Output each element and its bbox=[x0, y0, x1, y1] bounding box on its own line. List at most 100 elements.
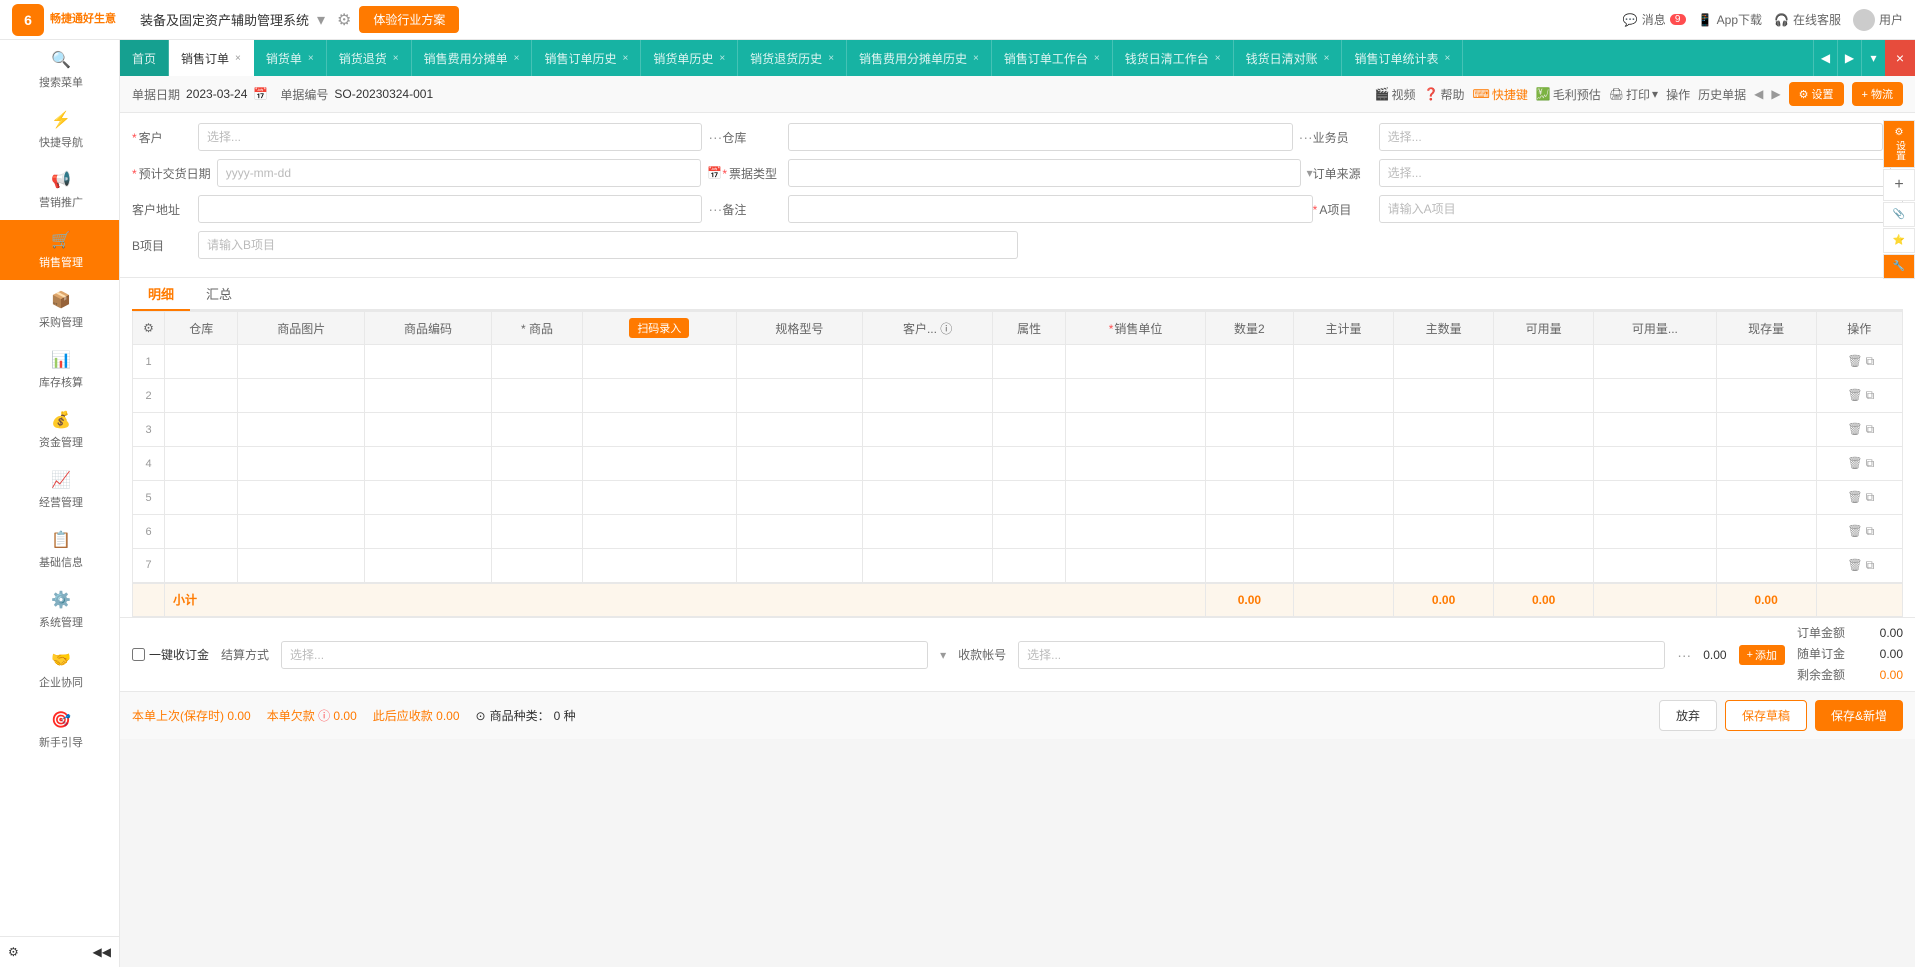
row-main-uom-7[interactable] bbox=[1293, 549, 1393, 583]
row-customer-3[interactable] bbox=[863, 413, 993, 447]
side-panel-settings[interactable]: ⚙ 设置 bbox=[1883, 120, 1915, 168]
system-dropdown-icon[interactable]: ▾ bbox=[317, 10, 325, 30]
row-unit-7[interactable] bbox=[1066, 549, 1205, 583]
row-unit-5[interactable] bbox=[1066, 481, 1205, 515]
receipt-no-input[interactable] bbox=[1018, 641, 1665, 669]
payment-dropdown[interactable]: ▾ bbox=[940, 648, 946, 662]
row-main-uom-1[interactable] bbox=[1293, 345, 1393, 379]
tab-order-workbench-close[interactable]: × bbox=[1094, 53, 1100, 64]
messages-btn[interactable]: 💬 消息 9 bbox=[1623, 11, 1686, 28]
delete-icon-5[interactable]: 🗑 bbox=[1847, 490, 1862, 504]
copy-icon-6[interactable]: ⧉ bbox=[1866, 524, 1875, 538]
side-panel-attachment[interactable]: 📎 bbox=[1883, 202, 1915, 227]
tab-daily-clear-workbench-close[interactable]: × bbox=[1215, 53, 1221, 64]
profit-btn[interactable]: 💹 毛利预估 bbox=[1536, 86, 1601, 103]
row-warehouse-6[interactable] bbox=[165, 515, 238, 549]
tab-sales-order[interactable]: 销售订单 × bbox=[169, 40, 254, 76]
copy-icon-5[interactable]: ⧉ bbox=[1866, 490, 1875, 504]
row-product-5[interactable] bbox=[491, 481, 582, 515]
row-product-6[interactable] bbox=[491, 515, 582, 549]
row-main-qty-6[interactable] bbox=[1394, 515, 1494, 549]
tab-order-workbench[interactable]: 销售订单工作台 × bbox=[992, 40, 1113, 76]
invoice-type-input[interactable]: 不开票 bbox=[788, 159, 1300, 187]
delivery-date-input[interactable] bbox=[217, 159, 702, 187]
side-panel-add[interactable]: + bbox=[1883, 169, 1915, 201]
row-product-7[interactable] bbox=[491, 549, 582, 583]
operations-btn[interactable]: 操作 bbox=[1666, 86, 1690, 103]
row-spec-3[interactable] bbox=[736, 413, 863, 447]
help-btn[interactable]: ❓ 帮助 bbox=[1424, 86, 1465, 103]
row-qty2-3[interactable] bbox=[1205, 413, 1293, 447]
row-warehouse-1[interactable] bbox=[165, 345, 238, 379]
row-attr-2[interactable] bbox=[992, 379, 1065, 413]
delete-icon-4[interactable]: 🗑 bbox=[1847, 456, 1862, 470]
sidebar-item-purchase[interactable]: 📦 采购管理 bbox=[0, 280, 119, 340]
row-qty2-4[interactable] bbox=[1205, 447, 1293, 481]
tab-sales-return[interactable]: 销货退货 × bbox=[327, 40, 412, 76]
address-more-btn[interactable]: ··· bbox=[708, 201, 722, 217]
row-main-uom-3[interactable] bbox=[1293, 413, 1393, 447]
sidebar-item-system[interactable]: ⚙️ 系统管理 bbox=[0, 580, 119, 640]
row-product-3[interactable] bbox=[491, 413, 582, 447]
row-main-uom-6[interactable] bbox=[1293, 515, 1393, 549]
sidebar-item-ops[interactable]: 📈 经营管理 bbox=[0, 460, 119, 520]
row-qty2-2[interactable] bbox=[1205, 379, 1293, 413]
row-qty2-7[interactable] bbox=[1205, 549, 1293, 583]
side-panel-favorite[interactable]: ⭐ bbox=[1883, 228, 1915, 253]
row-warehouse-2[interactable] bbox=[165, 379, 238, 413]
row-code-1[interactable] bbox=[365, 345, 492, 379]
user-btn[interactable]: 用户 bbox=[1853, 9, 1903, 31]
one-click-checkbox-input[interactable] bbox=[132, 648, 145, 661]
row-code-6[interactable] bbox=[365, 515, 492, 549]
row-customer-1[interactable] bbox=[863, 345, 993, 379]
row-product-2[interactable] bbox=[491, 379, 582, 413]
row-attr-3[interactable] bbox=[992, 413, 1065, 447]
row-main-qty-7[interactable] bbox=[1394, 549, 1494, 583]
row-customer-6[interactable] bbox=[863, 515, 993, 549]
close-all-tabs[interactable]: × bbox=[1885, 40, 1915, 76]
settings-float-btn[interactable]: ⚙ 设置 bbox=[1789, 82, 1844, 106]
row-customer-7[interactable] bbox=[863, 549, 993, 583]
row-customer-2[interactable] bbox=[863, 379, 993, 413]
tab-scroll-left[interactable]: ◀ bbox=[1813, 40, 1837, 76]
copy-icon-3[interactable]: ⧉ bbox=[1866, 422, 1875, 436]
online-service-btn[interactable]: 🎧 在线客服 bbox=[1774, 11, 1841, 28]
col-settings[interactable]: ⚙ bbox=[133, 312, 165, 345]
row-unit-3[interactable] bbox=[1066, 413, 1205, 447]
notes-input[interactable] bbox=[788, 195, 1312, 223]
row-unit-6[interactable] bbox=[1066, 515, 1205, 549]
a-project-input[interactable] bbox=[1379, 195, 1903, 223]
sidebar-item-guide[interactable]: 🎯 新手引导 bbox=[0, 700, 119, 760]
row-spec-6[interactable] bbox=[736, 515, 863, 549]
warehouse-more-btn[interactable]: ··· bbox=[1299, 129, 1313, 145]
row-action-7[interactable]: 🗑⧉ bbox=[1816, 549, 1902, 583]
row-unit-1[interactable] bbox=[1066, 345, 1205, 379]
tab-dropdown[interactable]: ▾ bbox=[1861, 40, 1885, 76]
tab-return-history-close[interactable]: × bbox=[828, 53, 834, 64]
shortcuts-btn[interactable]: ⌨ 快捷键 bbox=[1472, 86, 1527, 103]
warehouse-input[interactable]: 成品库 bbox=[788, 123, 1292, 151]
row-warehouse-7[interactable] bbox=[165, 549, 238, 583]
tab-order-history[interactable]: 销售订单历史 × bbox=[532, 40, 641, 76]
tab-summary[interactable]: 汇总 bbox=[190, 278, 248, 311]
tab-daily-clear-workbench[interactable]: 钱货日清工作台 × bbox=[1113, 40, 1234, 76]
save-new-btn[interactable]: 保存&新增 bbox=[1815, 700, 1903, 731]
delivery-date-icon[interactable]: 📅 bbox=[707, 166, 722, 180]
tab-sales-slip[interactable]: 销货单 × bbox=[254, 40, 327, 76]
address-input[interactable] bbox=[198, 195, 702, 223]
row-spec-2[interactable] bbox=[736, 379, 863, 413]
one-click-deposit-checkbox[interactable]: 一键收订金 bbox=[132, 646, 209, 663]
delete-icon-6[interactable]: 🗑 bbox=[1847, 524, 1862, 538]
row-attr-1[interactable] bbox=[992, 345, 1065, 379]
tab-order-history-close[interactable]: × bbox=[622, 53, 628, 64]
row-code-7[interactable] bbox=[365, 549, 492, 583]
row-warehouse-3[interactable] bbox=[165, 413, 238, 447]
tab-expense-alloc[interactable]: 销售费用分摊单 × bbox=[412, 40, 533, 76]
tab-scroll-right[interactable]: ▶ bbox=[1837, 40, 1861, 76]
industry-btn[interactable]: 体验行业方案 bbox=[359, 6, 459, 33]
row-product-1[interactable] bbox=[491, 345, 582, 379]
sidebar-item-search[interactable]: 🔍 搜索菜单 bbox=[0, 40, 119, 100]
copy-icon-4[interactable]: ⧉ bbox=[1866, 456, 1875, 470]
tab-return-history[interactable]: 销货退货历史 × bbox=[738, 40, 847, 76]
print-dropdown[interactable]: ▾ bbox=[1652, 87, 1658, 101]
